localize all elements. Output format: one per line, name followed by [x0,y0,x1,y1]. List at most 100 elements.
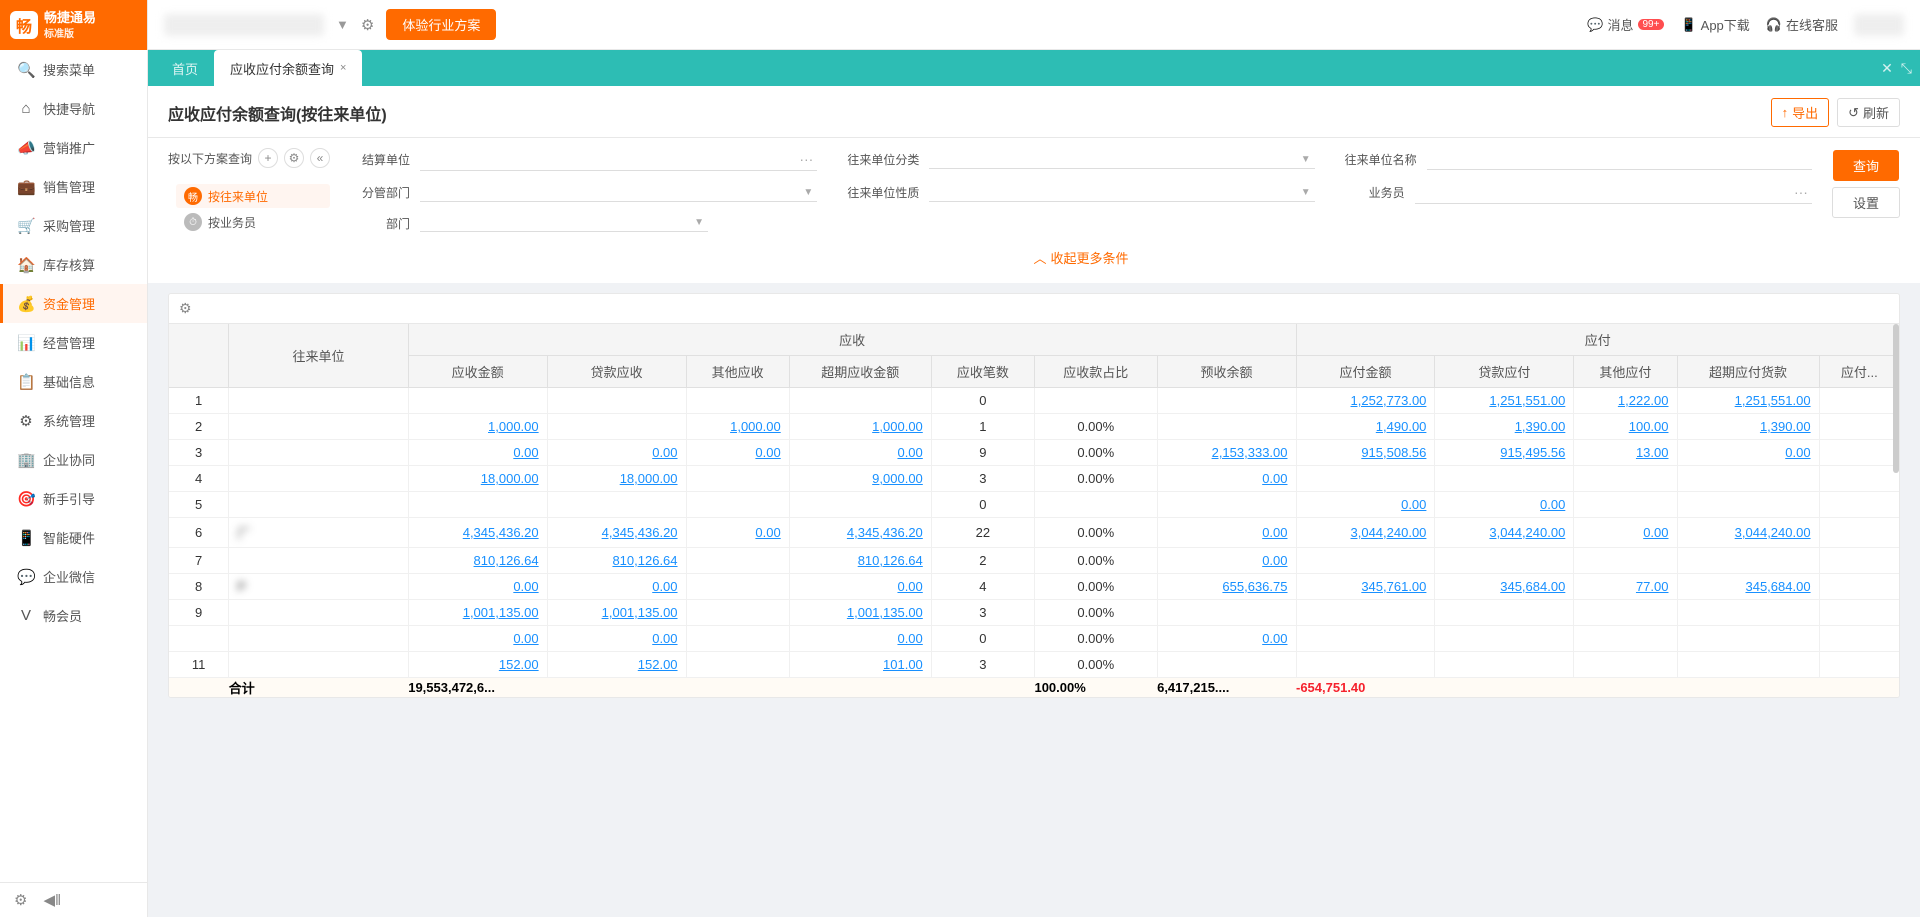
td-other_ar[interactable]: 1,000.00 [686,414,789,440]
td-prepay[interactable]: 655,636.75 [1157,574,1296,600]
td-other_ap[interactable]: 0.00 [1574,518,1677,548]
unit-category-select[interactable]: ▼ [929,151,1314,169]
breadcrumb-arrow[interactable]: ▼ [336,17,349,32]
td-overdue_ar[interactable]: 0.00 [789,626,931,652]
sidebar-item-wechat[interactable]: 💬 企业微信 [0,557,147,596]
table-settings-icon[interactable]: ⚙ [179,300,192,317]
sidebar-item-search[interactable]: 🔍 搜索菜单 [0,50,147,89]
td-loan_ar[interactable]: 18,000.00 [547,466,686,492]
td-loan_ap[interactable]: 1,251,551.00 [1435,388,1574,414]
scheme-option-salesperson[interactable]: ⏱ 按业务员 [176,210,330,234]
td-ar_amt[interactable]: 0.00 [408,574,547,600]
td-other_ap[interactable]: 13.00 [1574,440,1677,466]
sidebar-item-finance[interactable]: 💰 资金管理 [0,284,147,323]
td-ar_amt[interactable]: 0.00 [408,440,547,466]
td-other_ap[interactable]: 77.00 [1574,574,1677,600]
sidebar-item-purchase[interactable]: 🛒 采购管理 [0,206,147,245]
td-ap_amt[interactable]: 1,252,773.00 [1296,388,1435,414]
td-overdue_ap[interactable]: 1,390.00 [1677,414,1819,440]
settlement-select[interactable]: ··· [420,148,817,171]
td-ar_amt[interactable]: 4,345,436.20 [408,518,547,548]
td-other_ar[interactable]: 0.00 [686,518,789,548]
sidebar-item-quick[interactable]: ⌂ 快捷导航 [0,89,147,128]
td-overdue_ar[interactable]: 1,000.00 [789,414,931,440]
td-overdue_ap[interactable]: 3,044,240.00 [1677,518,1819,548]
sidebar-item-hardware[interactable]: 📱 智能硬件 [0,518,147,557]
td-overdue_ar[interactable]: 4,345,436.20 [789,518,931,548]
td-overdue_ar[interactable]: 101.00 [789,652,931,678]
sidebar-item-guide[interactable]: 🎯 新手引导 [0,479,147,518]
td-ap_amt[interactable]: 915,508.56 [1296,440,1435,466]
td-ap_amt[interactable]: 0.00 [1296,492,1435,518]
close-window-icon[interactable]: ✕ [1881,60,1893,77]
sidebar-item-collab[interactable]: 🏢 企业协同 [0,440,147,479]
td-prepay[interactable]: 0.00 [1157,466,1296,492]
td-loan_ar[interactable]: 4,345,436.20 [547,518,686,548]
td-ar_amt[interactable]: 18,000.00 [408,466,547,492]
td-ap_amt[interactable]: 345,761.00 [1296,574,1435,600]
td-loan_ap[interactable]: 3,044,240.00 [1435,518,1574,548]
td-loan_ar[interactable]: 1,001,135.00 [547,600,686,626]
add-scheme-btn[interactable]: + [258,148,278,168]
td-overdue_ap[interactable]: 345,684.00 [1677,574,1819,600]
settings-scheme-btn[interactable]: ⚙ [284,148,304,168]
td-overdue_ar[interactable]: 810,126.64 [789,548,931,574]
td-ar_amt[interactable]: 810,126.64 [408,548,547,574]
td-ar_amt[interactable]: 152.00 [408,652,547,678]
refresh-btn[interactable]: ↺ 刷新 [1837,98,1900,127]
td-overdue_ap[interactable]: 1,251,551.00 [1677,388,1819,414]
unit-nature-select[interactable]: ▼ [929,184,1314,202]
td-loan_ar[interactable]: 810,126.64 [547,548,686,574]
td-prepay[interactable]: 2,153,333.00 [1157,440,1296,466]
collapse-scheme-btn[interactable]: « [310,148,330,168]
td-ar_amt[interactable]: 1,000.00 [408,414,547,440]
settlement-dots[interactable]: ··· [799,151,813,167]
service-btn[interactable]: 🎧 在线客服 [1766,15,1838,34]
td-loan_ap[interactable]: 1,390.00 [1435,414,1574,440]
sidebar-item-marketing[interactable]: 📣 营销推广 [0,128,147,167]
sidebar-item-basic[interactable]: 📋 基础信息 [0,362,147,401]
td-loan_ar[interactable]: 0.00 [547,440,686,466]
td-overdue_ar[interactable]: 1,001,135.00 [789,600,931,626]
sidebar-item-sales[interactable]: 💼 销售管理 [0,167,147,206]
fullscreen-icon[interactable]: ⤡ [1901,60,1912,77]
td-overdue_ar[interactable]: 0.00 [789,574,931,600]
unit-name-input[interactable] [1427,149,1812,170]
table-scroll-container[interactable]: 往来单位 应收 应付 应收金额 贷款应收 其他应收 超期应收金额 应收笔数 应收… [169,324,1899,697]
td-ar_amt[interactable]: 0.00 [408,626,547,652]
td-overdue_ap[interactable]: 0.00 [1677,440,1819,466]
td-prepay[interactable]: 0.00 [1157,548,1296,574]
td-loan_ar[interactable]: 0.00 [547,574,686,600]
td-prepay[interactable]: 0.00 [1157,518,1296,548]
user-area[interactable] [1854,14,1904,36]
scheme-option-unit[interactable]: 畅 按往来单位 [176,184,330,208]
td-loan_ar[interactable]: 152.00 [547,652,686,678]
sidebar-item-system[interactable]: ⚙ 系统管理 [0,401,147,440]
export-btn[interactable]: ↑ 导出 [1771,98,1830,127]
settings-bottom-icon[interactable]: ⚙ [14,891,27,909]
sidebar-item-member[interactable]: V 畅会员 [0,596,147,635]
td-overdue_ar[interactable]: 9,000.00 [789,466,931,492]
query-btn[interactable]: 查询 [1833,150,1899,181]
td-loan_ap[interactable]: 915,495.56 [1435,440,1574,466]
td-ar_amt[interactable]: 1,001,135.00 [408,600,547,626]
branch-dept-select[interactable]: ▼ [420,184,817,202]
collapse-icon[interactable]: ◀‖ [43,891,61,909]
salesperson-select[interactable]: ··· [1415,181,1812,204]
td-ap_amt[interactable]: 1,490.00 [1296,414,1435,440]
sidebar-item-warehouse[interactable]: 🏠 库存核算 [0,245,147,284]
td-other_ap[interactable]: 100.00 [1574,414,1677,440]
td-loan_ap[interactable]: 345,684.00 [1435,574,1574,600]
setting-btn[interactable]: 设置 [1832,187,1900,218]
td-prepay[interactable]: 0.00 [1157,626,1296,652]
tab-close-icon[interactable]: × [340,62,346,74]
tab-arbalance[interactable]: 应收应付余额查询 × [214,50,362,86]
gear-icon[interactable]: ⚙ [361,16,374,34]
sidebar-item-operation[interactable]: 📊 经营管理 [0,323,147,362]
download-btn[interactable]: 📱 App下载 [1680,15,1749,34]
td-loan_ap[interactable]: 0.00 [1435,492,1574,518]
department-select[interactable]: ▼ [420,214,708,232]
td-other_ar[interactable]: 0.00 [686,440,789,466]
td-loan_ar[interactable]: 0.00 [547,626,686,652]
tab-home[interactable]: 首页 [156,50,214,86]
